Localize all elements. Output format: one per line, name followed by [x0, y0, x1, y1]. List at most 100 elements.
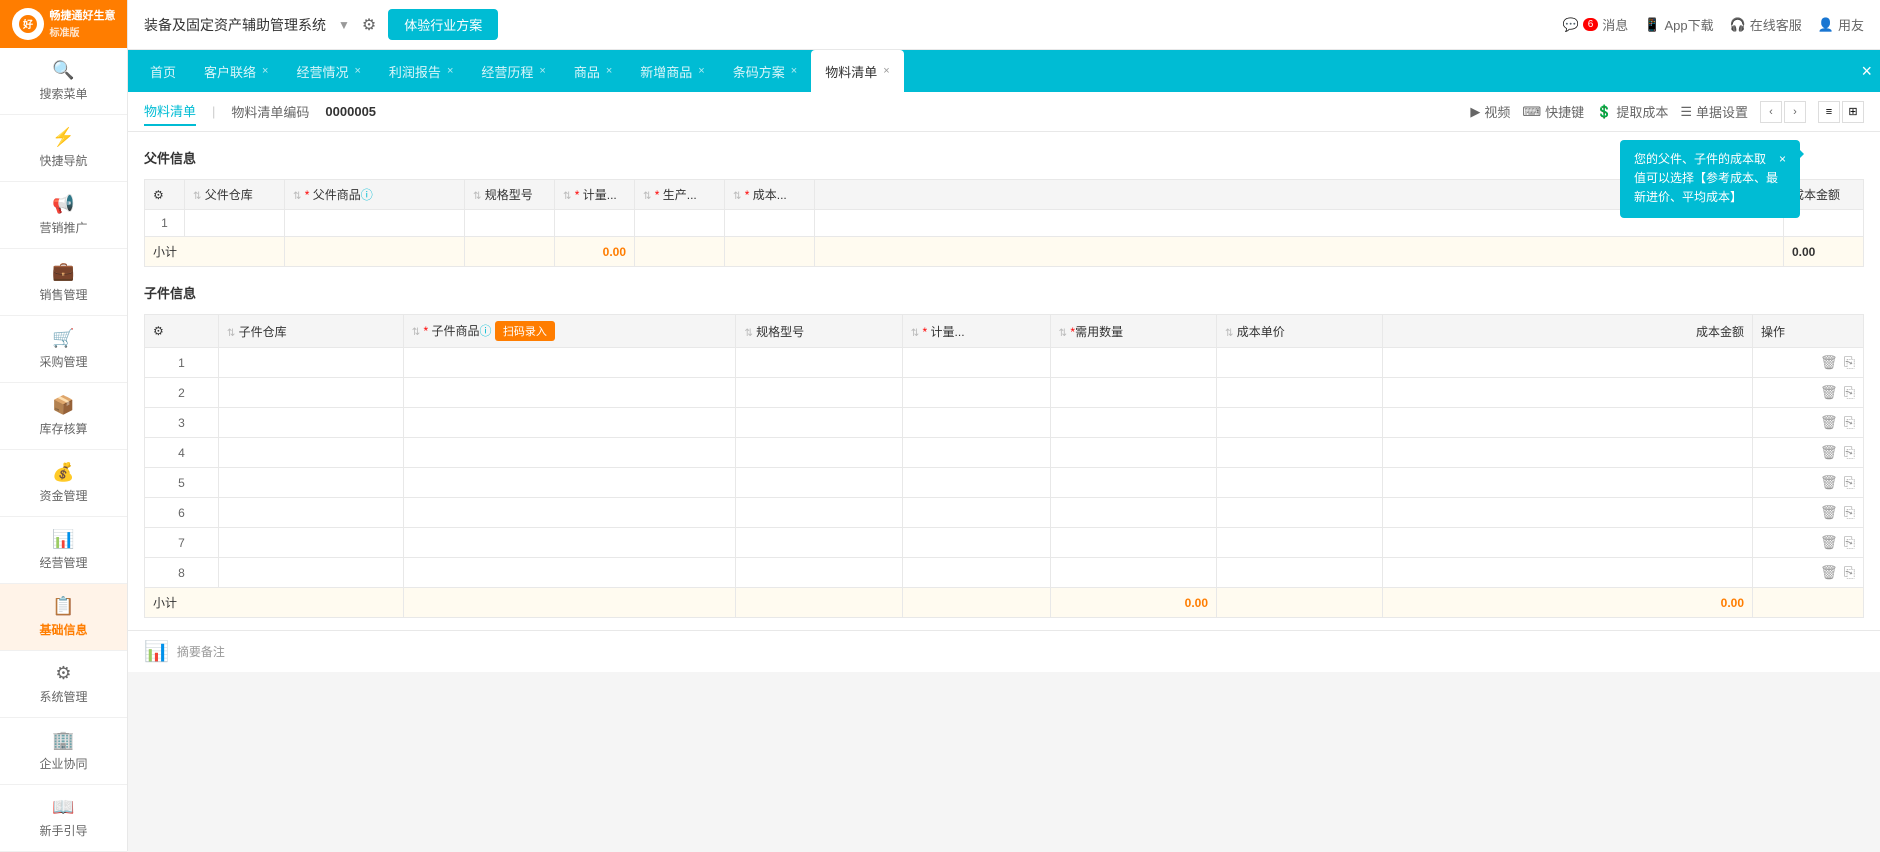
child-qty-2[interactable] — [1050, 378, 1216, 408]
child-warehouse-8[interactable] — [218, 558, 403, 588]
online-service-button[interactable]: 🎧 在线客服 — [1730, 15, 1802, 34]
extract-cost-button[interactable]: 💲 提取成本 — [1596, 102, 1668, 121]
tab-operation[interactable]: 经营情况 × — [282, 50, 374, 92]
message-button[interactable]: 💬 6 消息 — [1563, 15, 1629, 34]
parent-production-1[interactable] — [635, 210, 725, 237]
sidebar-item-operation[interactable]: 📊 经营管理 — [0, 517, 127, 584]
child-qty-4[interactable] — [1050, 438, 1216, 468]
delete-icon-5[interactable]: 🗑 — [1820, 474, 1838, 491]
sidebar-item-inventory[interactable]: 📦 库存核算 — [0, 383, 127, 450]
child-warehouse-5[interactable] — [218, 468, 403, 498]
child-product-4[interactable] — [403, 438, 736, 468]
sidebar-item-purchase[interactable]: 🛒 采购管理 — [0, 316, 127, 383]
child-unit-3[interactable] — [902, 408, 1050, 438]
tab-operation-close[interactable]: × — [354, 65, 360, 77]
grid-view-button[interactable]: ⊞ — [1842, 101, 1864, 123]
sidebar-item-marketing[interactable]: 📢 营销推广 — [0, 182, 127, 249]
next-button[interactable]: › — [1784, 101, 1806, 123]
parent-product-1[interactable] — [285, 210, 465, 237]
child-unitcost-5[interactable] — [1217, 468, 1383, 498]
child-product-8[interactable] — [403, 558, 736, 588]
child-unitcost-6[interactable] — [1217, 498, 1383, 528]
sidebar-item-sales[interactable]: 💼 销售管理 — [0, 249, 127, 316]
child-spec-8[interactable] — [736, 558, 902, 588]
child-qty-5[interactable] — [1050, 468, 1216, 498]
sidebar-item-quick-nav[interactable]: ⚡ 快捷导航 — [0, 115, 127, 182]
tab-customer[interactable]: 客户联络 × — [190, 50, 282, 92]
app-download-button[interactable]: 📱 App下载 — [1644, 15, 1713, 34]
video-button[interactable]: ▶ 视频 — [1470, 102, 1510, 121]
tab-history-close[interactable]: × — [539, 65, 545, 77]
child-spec-7[interactable] — [736, 528, 902, 558]
tab-bom[interactable]: 物料清单 × — [811, 50, 903, 92]
child-product-6[interactable] — [403, 498, 736, 528]
parent-spec-1[interactable] — [465, 210, 555, 237]
trial-button[interactable]: 体验行业方案 — [388, 9, 498, 40]
child-unitcost-8[interactable] — [1217, 558, 1383, 588]
sidebar-item-enterprise[interactable]: 🏢 企业协同 — [0, 718, 127, 785]
child-qty-7[interactable] — [1050, 528, 1216, 558]
sidebar-item-search[interactable]: 🔍 搜索菜单 — [0, 48, 127, 115]
child-warehouse-1[interactable] — [218, 348, 403, 378]
child-spec-6[interactable] — [736, 498, 902, 528]
child-warehouse-3[interactable] — [218, 408, 403, 438]
child-spec-1[interactable] — [736, 348, 902, 378]
delete-icon-4[interactable]: 🗑 — [1820, 444, 1838, 461]
child-product-1[interactable] — [403, 348, 736, 378]
delete-icon-1[interactable]: 🗑 — [1820, 354, 1838, 371]
child-unit-4[interactable] — [902, 438, 1050, 468]
scan-button[interactable]: 扫码录入 — [495, 321, 555, 341]
tooltip-close-button[interactable]: × — [1779, 150, 1786, 169]
copy-icon-3[interactable]: ⎘ — [1844, 414, 1855, 431]
tab-product-close[interactable]: × — [606, 65, 612, 77]
tab-history[interactable]: 经营历程 × — [467, 50, 559, 92]
child-unit-2[interactable] — [902, 378, 1050, 408]
copy-icon-1[interactable]: ⎘ — [1844, 354, 1855, 371]
shortcut-button[interactable]: ⌨ 快捷键 — [1522, 102, 1584, 121]
child-product-3[interactable] — [403, 408, 736, 438]
tab-product[interactable]: 商品 × — [560, 50, 626, 92]
sub-tab-bom-list[interactable]: 物料清单 — [144, 97, 196, 126]
child-qty-8[interactable] — [1050, 558, 1216, 588]
prev-button[interactable]: ‹ — [1760, 101, 1782, 123]
child-unit-7[interactable] — [902, 528, 1050, 558]
child-unit-5[interactable] — [902, 468, 1050, 498]
child-qty-6[interactable] — [1050, 498, 1216, 528]
child-unitcost-3[interactable] — [1217, 408, 1383, 438]
copy-icon-6[interactable]: ⎘ — [1844, 504, 1855, 521]
child-warehouse-4[interactable] — [218, 438, 403, 468]
list-view-button[interactable]: ≡ — [1818, 101, 1840, 123]
child-product-7[interactable] — [403, 528, 736, 558]
child-col-settings[interactable]: ⚙ — [145, 315, 219, 348]
child-unit-1[interactable] — [902, 348, 1050, 378]
child-spec-2[interactable] — [736, 378, 902, 408]
copy-icon-7[interactable]: ⎘ — [1844, 534, 1855, 551]
tab-new-product-close[interactable]: × — [698, 65, 704, 77]
tab-profit[interactable]: 利润报告 × — [375, 50, 467, 92]
tab-profit-close[interactable]: × — [447, 65, 453, 77]
delete-icon-7[interactable]: 🗑 — [1820, 534, 1838, 551]
delete-icon-8[interactable]: 🗑 — [1820, 564, 1838, 581]
sidebar-item-finance[interactable]: 💰 资金管理 — [0, 450, 127, 517]
child-product-2[interactable] — [403, 378, 736, 408]
copy-icon-5[interactable]: ⎘ — [1844, 474, 1855, 491]
child-warehouse-2[interactable] — [218, 378, 403, 408]
parent-col-settings[interactable]: ⚙ — [145, 180, 185, 210]
child-qty-1[interactable] — [1050, 348, 1216, 378]
child-spec-4[interactable] — [736, 438, 902, 468]
child-spec-5[interactable] — [736, 468, 902, 498]
tab-bom-close[interactable]: × — [883, 65, 889, 77]
delete-icon-3[interactable]: 🗑 — [1820, 414, 1838, 431]
tab-barcode[interactable]: 条码方案 × — [719, 50, 811, 92]
copy-icon-8[interactable]: ⎘ — [1844, 564, 1855, 581]
delete-icon-2[interactable]: 🗑 — [1820, 384, 1838, 401]
child-unit-6[interactable] — [902, 498, 1050, 528]
child-warehouse-6[interactable] — [218, 498, 403, 528]
child-unit-8[interactable] — [902, 558, 1050, 588]
tab-customer-close[interactable]: × — [262, 65, 268, 77]
copy-icon-2[interactable]: ⎘ — [1844, 384, 1855, 401]
copy-icon-4[interactable]: ⎘ — [1844, 444, 1855, 461]
child-unitcost-2[interactable] — [1217, 378, 1383, 408]
tab-barcode-close[interactable]: × — [791, 65, 797, 77]
parent-unit-1[interactable] — [555, 210, 635, 237]
